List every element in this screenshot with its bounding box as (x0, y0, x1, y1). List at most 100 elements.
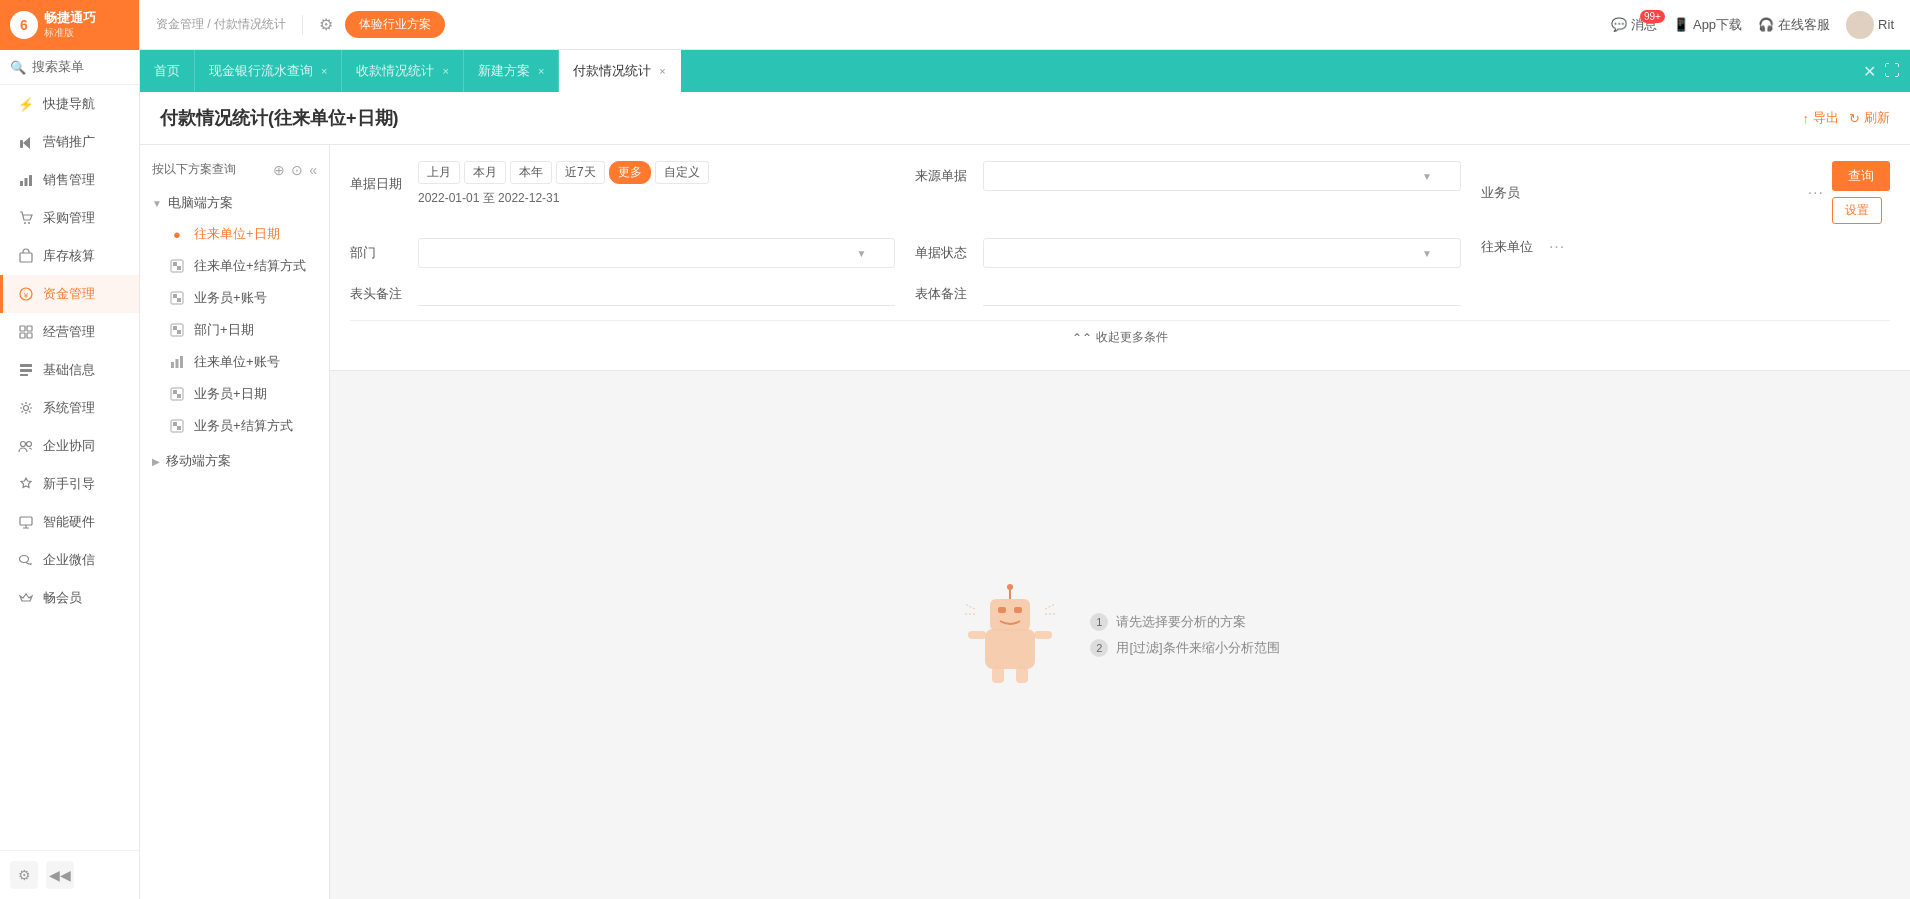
maximize-btn[interactable]: ⛶ (1884, 62, 1900, 80)
sidebar-item-marketing[interactable]: 营销推广 (0, 123, 139, 161)
sidebar-item-basic-info[interactable]: 基础信息 (0, 351, 139, 389)
svg-line-51 (1045, 604, 1055, 609)
body-note-input[interactable] (983, 282, 1460, 306)
online-service-btn[interactable]: 🎧 在线客服 (1758, 16, 1830, 34)
date-buttons: 上月 本月 本年 近7天 更多 自定义 (418, 161, 709, 184)
svg-rect-13 (20, 364, 32, 367)
tab-payment-stats[interactable]: 付款情况统计 × (559, 50, 680, 92)
date-btn-last-7-days[interactable]: 近7天 (556, 161, 605, 184)
svg-rect-39 (985, 629, 1035, 669)
trial-btn[interactable]: 体验行业方案 (345, 11, 445, 38)
bill-status-select[interactable]: ▼ (983, 238, 1460, 268)
settings-icon-btn[interactable]: ⚙ (10, 861, 38, 889)
sidebar-bottom: ⚙ ◀◀ (0, 850, 139, 899)
date-range-display: 2022-01-01 至 2022-12-31 (418, 190, 559, 207)
messages-btn[interactable]: 💬 消息 99+ (1611, 16, 1657, 34)
scheme-salesman-settlement[interactable]: 业务员+结算方式 (140, 410, 329, 442)
tab-new-plan-label: 新建方案 (478, 62, 530, 80)
sidebar-item-sales[interactable]: 销售管理 (0, 161, 139, 199)
sidebar-item-wechat[interactable]: 企业微信 (0, 541, 139, 579)
tab-new-plan-close[interactable]: × (538, 65, 544, 77)
tab-bank-flow-close[interactable]: × (321, 65, 327, 77)
scheme-partner-settlement[interactable]: 往来单位+结算方式 (140, 250, 329, 282)
sidebar-item-operations[interactable]: 经营管理 (0, 313, 139, 351)
tab-receipt-stats-close[interactable]: × (442, 65, 448, 77)
sidebar-item-label: 销售管理 (43, 171, 95, 189)
svg-rect-32 (180, 356, 183, 368)
logo-icon: 6 (10, 11, 38, 39)
sidebar-item-inventory[interactable]: 库存核算 (0, 237, 139, 275)
date-btn-this-year[interactable]: 本年 (510, 161, 552, 184)
settings-btn[interactable]: ⚙ (319, 15, 333, 34)
group-arrow-icon: ▼ (152, 198, 162, 209)
header-note-filter-item: 表头备注 (350, 282, 895, 306)
sidebar-item-finance[interactable]: ¥ 资金管理 (0, 275, 139, 313)
svg-rect-43 (968, 631, 986, 639)
date-btn-custom[interactable]: 自定义 (655, 161, 709, 184)
date-filter-item: 单据日期 上月 本月 本年 近7天 更多 自定义 (350, 161, 895, 207)
panel-header: 按以下方案查询 ⊕ ⊙ « (140, 155, 329, 188)
search-menu[interactable]: 🔍 搜索菜单 (0, 50, 139, 85)
bill-status-filter-item: 单据状态 ▼ (915, 238, 1460, 268)
app-download-btn[interactable]: 📱 App下载 (1673, 16, 1742, 34)
user-menu[interactable]: Rit (1846, 11, 1894, 39)
export-btn[interactable]: ↑ 导出 (1803, 109, 1840, 127)
tab-bank-flow[interactable]: 现金银行流水查询 × (195, 50, 342, 92)
svg-point-16 (24, 406, 29, 411)
salesman-more-btn[interactable]: ··· (1808, 184, 1824, 202)
scheme-partner-account[interactable]: 往来单位+账号 (140, 346, 329, 378)
svg-rect-9 (20, 326, 25, 331)
close-all-tabs-btn[interactable]: ✕ (1863, 62, 1876, 81)
scheme-salesman-date[interactable]: 业务员+日期 (140, 378, 329, 410)
collapse-conditions-btn[interactable]: ⌃⌃ 收起更多条件 (350, 320, 1890, 354)
add-scheme-btn[interactable]: ⊕ (273, 162, 285, 178)
sidebar-item-label: 企业微信 (43, 551, 95, 569)
partner-label: 往来单位 (1481, 238, 1541, 256)
tab-new-plan[interactable]: 新建方案 × (464, 50, 559, 92)
scheme-partner-date[interactable]: ● 往来单位+日期 (140, 218, 329, 250)
source-select[interactable]: ▼ (983, 161, 1460, 191)
manage-scheme-btn[interactable]: ⊙ (291, 162, 303, 178)
sidebar-item-hardware[interactable]: 智能硬件 (0, 503, 139, 541)
sidebar-item-quick-nav[interactable]: ⚡ 快捷导航 (0, 85, 139, 123)
sidebar-nav: ⚡ 快捷导航 营销推广 销售管理 采购管理 库存核算 (0, 85, 139, 850)
svg-point-20 (20, 556, 29, 563)
sidebar-item-vip[interactable]: 畅会员 (0, 579, 139, 617)
scheme-dept-date[interactable]: 部门+日期 (140, 314, 329, 346)
topbar: 资金管理 / 付款情况统计 ⚙ 体验行业方案 💬 消息 99+ 📱 App下载 … (140, 0, 1910, 50)
query-actions: 查询 设置 (1832, 161, 1890, 224)
date-btn-last-month[interactable]: 上月 (418, 161, 460, 184)
refresh-btn[interactable]: ↻ 刷新 (1849, 109, 1890, 127)
scheme-label: 往来单位+结算方式 (194, 257, 306, 275)
desktop-group-header[interactable]: ▼ 电脑端方案 (140, 188, 329, 218)
filter-settings-btn[interactable]: 设置 (1832, 197, 1882, 224)
dept-select[interactable]: ▼ (418, 238, 895, 268)
query-btn[interactable]: 查询 (1832, 161, 1890, 191)
sidebar-item-system[interactable]: 系统管理 (0, 389, 139, 427)
date-btn-this-month[interactable]: 本月 (464, 161, 506, 184)
collapse-sidebar-btn[interactable]: ◀◀ (46, 861, 74, 889)
sidebar-item-label: 系统管理 (43, 399, 95, 417)
dept-arrow-icon: ▼ (857, 248, 867, 259)
tab-receipt-stats[interactable]: 收款情况统计 × (342, 50, 463, 92)
sidebar-item-enterprise[interactable]: 企业协同 (0, 427, 139, 465)
inventory-icon (17, 247, 35, 265)
header-note-input[interactable] (418, 282, 895, 306)
mobile-scheme-section[interactable]: ▶ 移动端方案 (140, 446, 329, 476)
sidebar-item-purchase[interactable]: 采购管理 (0, 199, 139, 237)
svg-rect-30 (171, 362, 174, 368)
sidebar-logo: 6 畅捷通巧 标准版 (0, 0, 139, 50)
vip-icon (17, 589, 35, 607)
sidebar-item-label: 企业协同 (43, 437, 95, 455)
tab-home[interactable]: 首页 (140, 50, 195, 92)
operations-icon (17, 323, 35, 341)
partner-filter-item: 往来单位 ··· (1481, 238, 1890, 256)
svg-rect-19 (20, 517, 32, 525)
date-btn-more[interactable]: 更多 (609, 161, 651, 184)
partner-more-btn[interactable]: ··· (1549, 238, 1565, 256)
scheme-salesman-account[interactable]: 业务员+账号 (140, 282, 329, 314)
scheme-icon (168, 385, 186, 403)
collapse-panel-btn[interactable]: « (309, 162, 317, 178)
sidebar-item-starter[interactable]: 新手引导 (0, 465, 139, 503)
tab-payment-stats-close[interactable]: × (659, 65, 665, 77)
